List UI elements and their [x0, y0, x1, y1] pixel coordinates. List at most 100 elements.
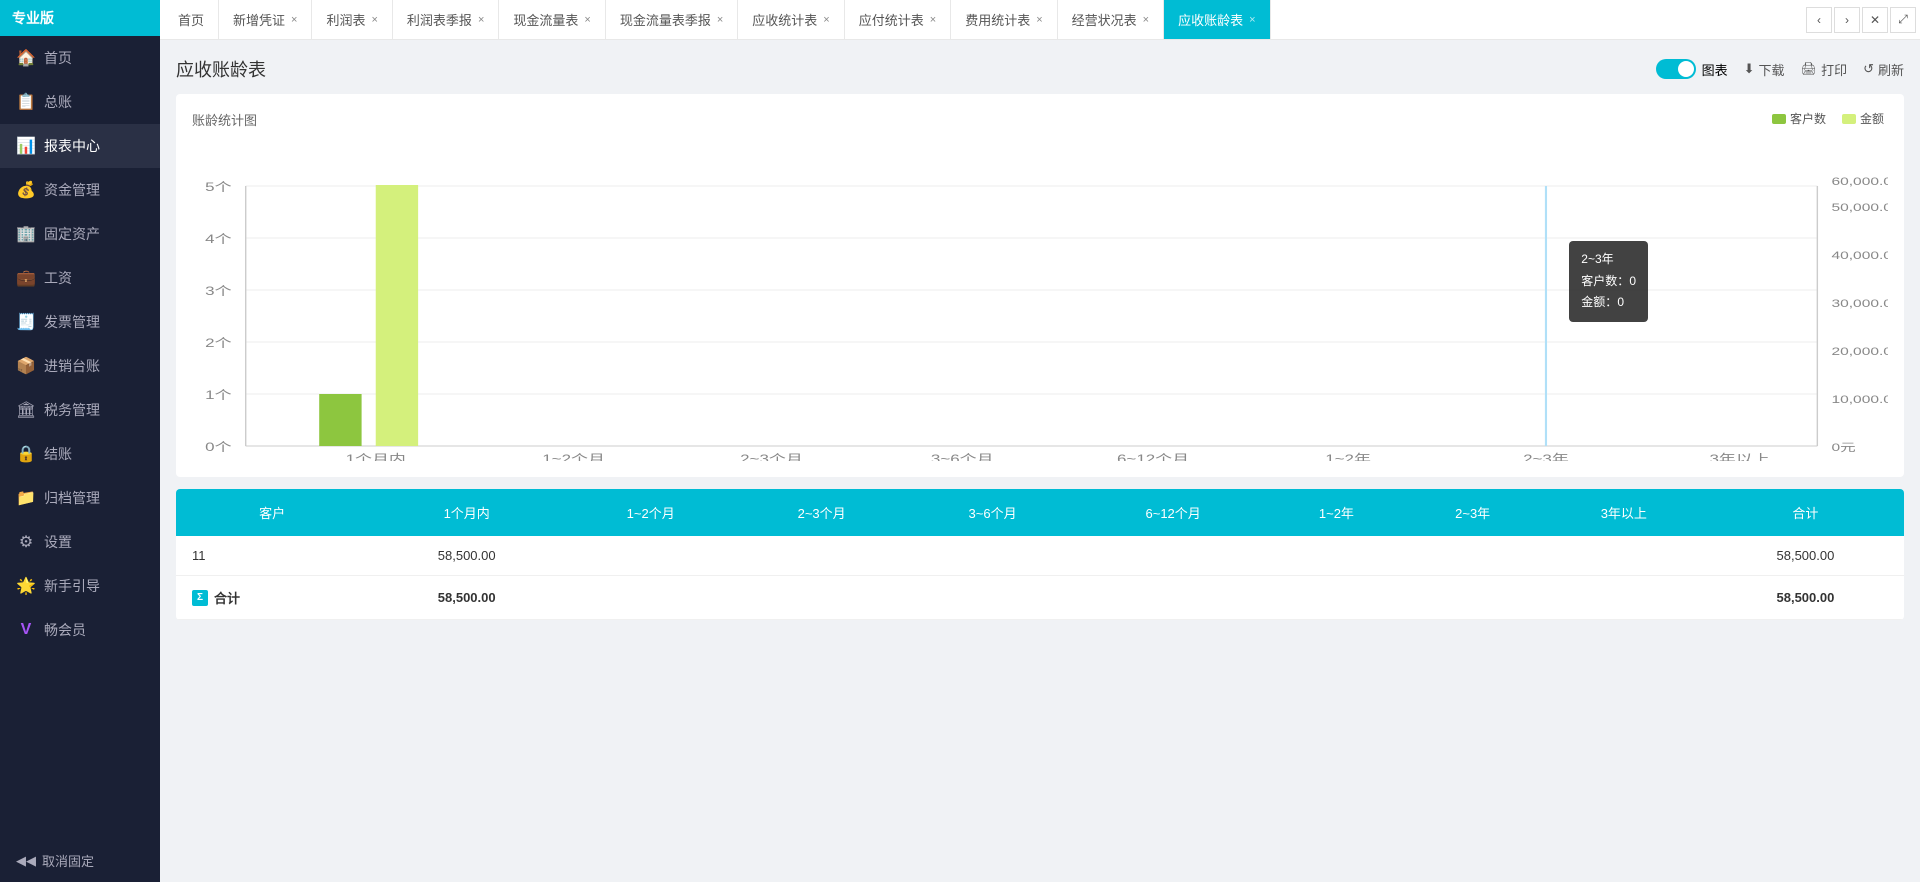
sidebar-item-member[interactable]: V 畅会员	[0, 608, 160, 652]
total-icon: Σ	[192, 590, 208, 606]
tab-ar-aging[interactable]: 应收账龄表 ×	[1164, 0, 1270, 40]
download-button[interactable]: ⬇ 下载	[1744, 60, 1785, 79]
sidebar-item-general-ledger[interactable]: 📋 总账	[0, 80, 160, 124]
tab-expense-close[interactable]: ×	[1036, 14, 1042, 26]
tab-cash-flow-close[interactable]: ×	[584, 14, 590, 26]
td-month1: 58,500.00	[368, 536, 565, 576]
sidebar-item-settings[interactable]: ⚙ 设置	[0, 520, 160, 564]
svg-text:30,000.00元: 30,000.00元	[1831, 297, 1888, 309]
svg-text:20,000.00元: 20,000.00元	[1831, 345, 1888, 357]
chart-toggle-label: 图表	[1702, 60, 1728, 79]
page-actions: 图表 ⬇ 下载 🖨 打印 ↺ 刷新	[1656, 59, 1904, 79]
sidebar-item-fund-management[interactable]: 💰 资金管理	[0, 168, 160, 212]
refresh-icon: ↺	[1863, 61, 1874, 77]
td-year1-2	[1268, 536, 1404, 576]
table-total-row: Σ 合计 58,500.00 58,500.00	[176, 576, 1904, 620]
tab-profit-quarterly-close[interactable]: ×	[478, 14, 484, 26]
tab-profit-quarterly-label: 利润表季报	[407, 10, 472, 29]
sidebar-item-home[interactable]: 🏠 首页	[0, 36, 160, 80]
td-total-year3plus	[1541, 576, 1707, 620]
sidebar-item-guide[interactable]: 🌟 新手引导	[0, 564, 160, 608]
td-total-year2-3	[1405, 576, 1541, 620]
tab-ar-stats[interactable]: 应收统计表 ×	[738, 0, 844, 40]
sidebar-item-invoice[interactable]: 🧾 发票管理	[0, 300, 160, 344]
toggle-track[interactable]	[1656, 59, 1696, 79]
svg-text:4个: 4个	[205, 232, 232, 246]
svg-text:2~3年: 2~3年	[1523, 452, 1569, 461]
tab-home[interactable]: 首页	[164, 0, 219, 40]
tab-ar-aging-close[interactable]: ×	[1249, 14, 1255, 26]
guide-icon: 🌟	[16, 576, 36, 596]
refresh-button[interactable]: ↺ 刷新	[1863, 60, 1904, 79]
tab-profit[interactable]: 利润表 ×	[312, 0, 392, 40]
td-total-month3-6	[907, 576, 1078, 620]
print-button[interactable]: 🖨 打印	[1801, 60, 1848, 79]
main-content: 首页 新增凭证 × 利润表 × 利润表季报 × 现金流量表 × 现金流量表季报 …	[160, 0, 1920, 882]
sidebar-item-report-center[interactable]: 📊 报表中心	[0, 124, 160, 168]
tab-expense[interactable]: 费用统计表 ×	[951, 0, 1057, 40]
tab-prev-button[interactable]: ‹	[1806, 7, 1832, 33]
svg-text:0个: 0个	[205, 440, 232, 454]
td-total-label: Σ 合计	[176, 576, 368, 619]
tab-new-voucher-close[interactable]: ×	[291, 14, 297, 26]
sidebar-item-closing[interactable]: 🔒 结账	[0, 432, 160, 476]
sidebar-item-tax[interactable]: 🏛 税务管理	[0, 388, 160, 432]
tax-icon: 🏛	[16, 400, 36, 420]
tab-new-voucher[interactable]: 新增凭证 ×	[219, 0, 312, 40]
chart-area: 0个 1个 2个 3个 4个 5个	[192, 141, 1888, 461]
td-total-month1-2	[565, 576, 736, 620]
tab-cash-flow[interactable]: 现金流量表 ×	[499, 0, 605, 40]
fund-icon: 💰	[16, 180, 36, 200]
td-year2-3	[1405, 536, 1541, 576]
chart-icon: 📊	[16, 136, 36, 156]
unpin-button[interactable]: ◀◀ 取消固定	[0, 839, 160, 882]
chart-title: 账龄统计图	[192, 110, 1888, 129]
sidebar-item-payroll[interactable]: 💼 工资	[0, 256, 160, 300]
th-total: 合计	[1707, 489, 1904, 536]
sidebar-item-sales-ledger[interactable]: 📦 进销台账	[0, 344, 160, 388]
svg-text:0元: 0元	[1831, 441, 1855, 453]
invoice-icon: 🧾	[16, 312, 36, 332]
tab-ap-stats[interactable]: 应付统计表 ×	[845, 0, 951, 40]
tab-close-all-button[interactable]: ✕	[1862, 7, 1888, 33]
chart-toggle[interactable]: 图表	[1656, 59, 1728, 79]
tab-profit-close[interactable]: ×	[371, 14, 377, 26]
tab-fullscreen-button[interactable]: ⤢	[1890, 7, 1916, 33]
chart-legend: 客户数 金额	[1772, 110, 1884, 127]
td-total-year1-2	[1268, 576, 1404, 620]
svg-text:1~2年: 1~2年	[1325, 452, 1371, 461]
tab-operations[interactable]: 经营状况表 ×	[1058, 0, 1164, 40]
svg-text:3年以上: 3年以上	[1709, 452, 1769, 461]
tab-ap-stats-close[interactable]: ×	[930, 14, 936, 26]
table-header-row: 客户 1个月内 1~2个月 2~3个月 3~6个月 6~12个月 1~2年 2~…	[176, 489, 1904, 536]
td-month6-12	[1078, 536, 1268, 576]
tab-cash-flow-quarterly-label: 现金流量表季报	[620, 10, 711, 29]
td-total-month2-3	[736, 576, 907, 620]
tab-profit-quarterly[interactable]: 利润表季报 ×	[393, 0, 499, 40]
svg-text:10,000.00元: 10,000.00元	[1831, 393, 1888, 405]
chart-svg: 0个 1个 2个 3个 4个 5个	[192, 141, 1888, 461]
print-label: 打印	[1821, 60, 1847, 79]
tab-next-button[interactable]: ›	[1834, 7, 1860, 33]
tab-cash-flow-quarterly[interactable]: 现金流量表季报 ×	[606, 0, 738, 40]
tab-ar-stats-close[interactable]: ×	[823, 14, 829, 26]
page-content: 应收账龄表 图表 ⬇ 下载 🖨 打印 ↺ 刷新	[160, 40, 1920, 882]
payroll-icon: 💼	[16, 268, 36, 288]
bar-amount-month1	[376, 185, 418, 446]
svg-text:1个月内: 1个月内	[346, 452, 406, 461]
sidebar-item-fixed-assets[interactable]: 🏢 固定资产	[0, 212, 160, 256]
tabs-bar: 首页 新增凭证 × 利润表 × 利润表季报 × 现金流量表 × 现金流量表季报 …	[160, 0, 1920, 40]
closing-icon: 🔒	[16, 444, 36, 464]
svg-text:6~12个月: 6~12个月	[1117, 452, 1189, 461]
td-customer: 11	[176, 536, 368, 576]
sales-icon: 📦	[16, 356, 36, 376]
legend-amount-color	[1842, 114, 1856, 124]
tab-operations-close[interactable]: ×	[1143, 14, 1149, 26]
bar-customer-month1	[319, 394, 361, 446]
assets-icon: 🏢	[16, 224, 36, 244]
tab-cash-flow-quarterly-close[interactable]: ×	[717, 14, 723, 26]
download-label: 下载	[1759, 60, 1785, 79]
tab-nav-buttons: ‹ › ✕ ⤢	[1806, 7, 1916, 33]
sidebar-item-archive[interactable]: 📁 归档管理	[0, 476, 160, 520]
ledger-icon: 📋	[16, 92, 36, 112]
